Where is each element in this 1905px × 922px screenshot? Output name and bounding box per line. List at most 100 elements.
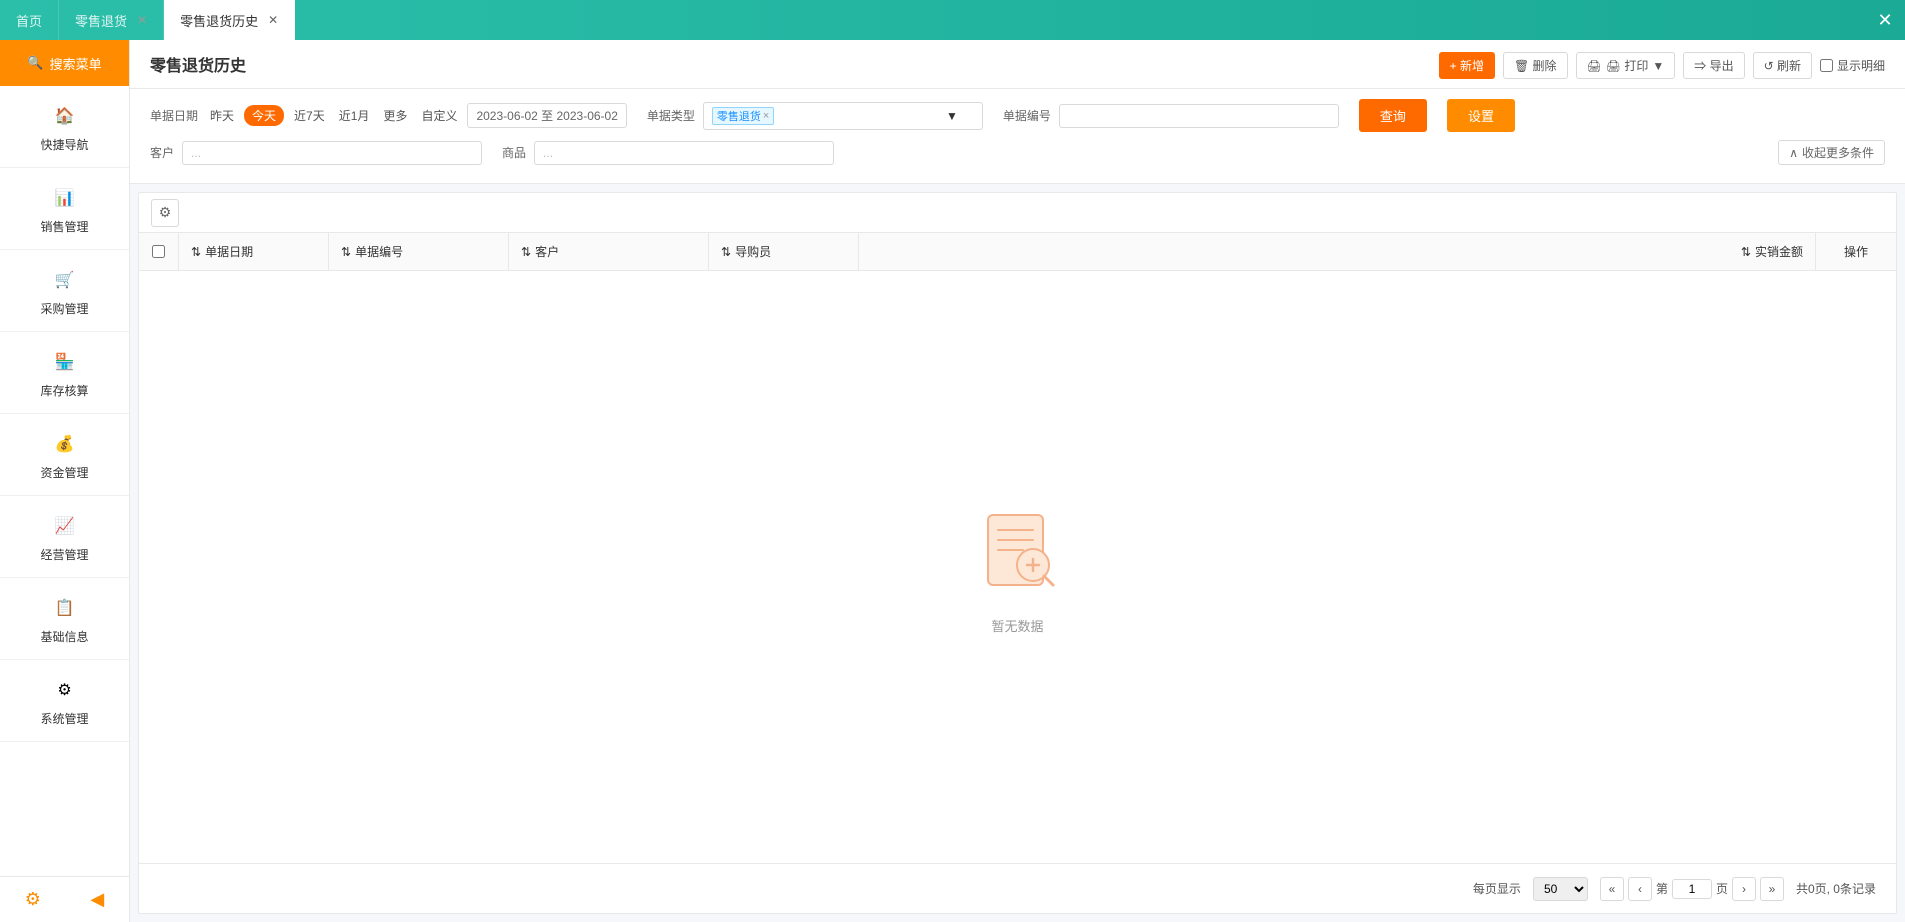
th-amount[interactable]: ⇅ 实销金额 bbox=[859, 233, 1816, 270]
date-filter: 昨天 今天 近7天 近1月 更多 自定义 2023-06-02 至 2023-0… bbox=[206, 103, 627, 128]
customer-filter-select[interactable]: ... bbox=[182, 141, 482, 165]
basic-label: 基础信息 bbox=[40, 628, 88, 645]
finance-label: 资金管理 bbox=[40, 464, 88, 481]
date-btn-custom[interactable]: 自定义 bbox=[417, 105, 461, 126]
goods-filter-label: 商品 bbox=[502, 144, 526, 161]
print-label: 🖨 打印 bbox=[1606, 57, 1649, 74]
settings-button[interactable]: 设置 bbox=[1447, 99, 1515, 132]
th-no-label: 单据编号 bbox=[355, 243, 403, 260]
tab-list: 首页 零售退货 ✕ 零售退货历史 ✕ bbox=[0, 0, 1865, 40]
date-range-input[interactable]: 2023-06-02 至 2023-06-02 bbox=[467, 103, 626, 128]
tab-retail-return-history-close[interactable]: ✕ bbox=[268, 13, 278, 27]
sidebar-item-operation[interactable]: 📈 经营管理 bbox=[0, 496, 129, 578]
th-checkbox bbox=[139, 233, 179, 270]
type-filter-tag: 零售退货 × bbox=[712, 107, 774, 125]
system-label: 系统管理 bbox=[40, 710, 88, 727]
purchase-icon: 🛒 bbox=[49, 264, 81, 296]
add-button[interactable]: + 新增 bbox=[1439, 52, 1495, 79]
th-customer[interactable]: ⇅ 客户 bbox=[509, 233, 709, 270]
th-guide-label: 导购员 bbox=[735, 243, 771, 260]
per-page-select[interactable]: 50 10 20 100 bbox=[1533, 877, 1588, 901]
date-filter-item: 单据日期 昨天 今天 近7天 近1月 更多 自定义 2023-06-02 至 2… bbox=[150, 103, 627, 128]
date-btn-7days[interactable]: 近7天 bbox=[290, 105, 329, 126]
empty-text: 暂无数据 bbox=[991, 616, 1043, 635]
sales-icon: 📊 bbox=[49, 182, 81, 214]
sidebar-item-finance[interactable]: 💰 资金管理 bbox=[0, 414, 129, 496]
print-chevron-icon: ▼ bbox=[1652, 59, 1664, 73]
top-bar: 首页 零售退货 ✕ 零售退货历史 ✕ ✕ bbox=[0, 0, 1905, 40]
page-next-button[interactable]: › bbox=[1732, 877, 1756, 901]
main-layout: 🔍 搜索菜单 🏠 快捷导航 📊 销售管理 🛒 采购管理 🏪 库存核算 💰 bbox=[0, 40, 1905, 922]
th-date[interactable]: ⇅ 单据日期 bbox=[179, 233, 329, 270]
date-btn-today[interactable]: 今天 bbox=[244, 105, 284, 126]
window-close-button[interactable]: ✕ bbox=[1865, 0, 1905, 40]
inventory-icon: 🏪 bbox=[49, 346, 81, 378]
type-filter-select[interactable]: 零售退货 × ▼ bbox=[703, 102, 983, 130]
customer-filter-item: 客户 ... bbox=[150, 141, 482, 165]
search-icon: 🔍 bbox=[27, 55, 43, 71]
print-button[interactable]: 🖨 🖨 打印 ▼ bbox=[1576, 52, 1676, 79]
delete-button[interactable]: 🗑 删除 bbox=[1503, 52, 1568, 79]
sidebar-item-purchase[interactable]: 🛒 采购管理 bbox=[0, 250, 129, 332]
sidebar-item-basic[interactable]: 📋 基础信息 bbox=[0, 578, 129, 660]
tab-home[interactable]: 首页 bbox=[0, 0, 59, 40]
page-last-button[interactable]: » bbox=[1760, 877, 1784, 901]
type-filter-tag-label: 零售退货 bbox=[717, 108, 761, 124]
page-nav: « ‹ 第 页 › » bbox=[1600, 877, 1784, 901]
operation-icon: 📈 bbox=[49, 510, 81, 542]
query-button[interactable]: 查询 bbox=[1359, 99, 1427, 132]
filter-row-1: 单据日期 昨天 今天 近7天 近1月 更多 自定义 2023-06-02 至 2… bbox=[150, 99, 1885, 132]
date-btn-more[interactable]: 更多 bbox=[379, 105, 411, 126]
filter-row-2: 客户 ... 商品 ... ∧ bbox=[150, 140, 1885, 165]
sales-label: 销售管理 bbox=[40, 218, 88, 235]
refresh-button[interactable]: ↺ 刷新 bbox=[1753, 52, 1812, 79]
display-toggle: 显示明细 bbox=[1820, 57, 1885, 74]
settings-bottom-icon[interactable]: ⚙ bbox=[25, 889, 41, 910]
type-filter-chevron-icon: ▼ bbox=[946, 109, 958, 123]
page-suffix: 页 bbox=[1716, 880, 1728, 897]
tab-retail-return[interactable]: 零售退货 ✕ bbox=[59, 0, 164, 40]
date-btn-yesterday[interactable]: 昨天 bbox=[206, 105, 238, 126]
filter-area: 单据日期 昨天 今天 近7天 近1月 更多 自定义 2023-06-02 至 2… bbox=[130, 89, 1905, 184]
goods-filter-item: 商品 ... bbox=[502, 141, 834, 165]
tab-retail-return-close[interactable]: ✕ bbox=[137, 13, 147, 27]
type-filter-tag-close[interactable]: × bbox=[763, 110, 769, 122]
sidebar-item-inventory[interactable]: 🏪 库存核算 bbox=[0, 332, 129, 414]
sidebar-item-quick-nav[interactable]: 🏠 快捷导航 bbox=[0, 86, 129, 168]
th-guide[interactable]: ⇅ 导购员 bbox=[709, 233, 859, 270]
sort-icon-guide: ⇅ bbox=[721, 245, 731, 259]
sidebar: 🔍 搜索菜单 🏠 快捷导航 📊 销售管理 🛒 采购管理 🏪 库存核算 💰 bbox=[0, 40, 130, 922]
sort-icon-no: ⇅ bbox=[341, 245, 351, 259]
tab-retail-return-history[interactable]: 零售退货历史 ✕ bbox=[164, 0, 295, 40]
select-all-checkbox[interactable] bbox=[152, 245, 165, 258]
page-prev-button[interactable]: ‹ bbox=[1628, 877, 1652, 901]
page-input[interactable] bbox=[1672, 879, 1712, 899]
print-icon: 🖨 bbox=[1587, 59, 1602, 73]
sidebar-item-sales[interactable]: 📊 销售管理 bbox=[0, 168, 129, 250]
purchase-label: 采购管理 bbox=[40, 300, 88, 317]
table-settings-icon[interactable]: ⚙ bbox=[151, 199, 179, 227]
sidebar-search-label: 搜索菜单 bbox=[50, 54, 102, 73]
sidebar-item-system[interactable]: ⚙ 系统管理 bbox=[0, 660, 129, 742]
header-actions: + 新增 🗑 删除 🖨 🖨 打印 ▼ ⇒ 导出 ↺ 刷新 显示明细 bbox=[1439, 52, 1885, 87]
page-first-button[interactable]: « bbox=[1600, 877, 1624, 901]
th-amount-label: 实销金额 bbox=[1755, 243, 1803, 260]
inventory-label: 库存核算 bbox=[40, 382, 88, 399]
type-filter-item: 单据类型 零售退货 × ▼ bbox=[647, 102, 983, 130]
tab-retail-return-label: 零售退货 bbox=[75, 11, 127, 30]
th-no[interactable]: ⇅ 单据编号 bbox=[329, 233, 509, 270]
content-area: 零售退货历史 + 新增 🗑 删除 🖨 🖨 打印 ▼ ⇒ 导出 ↺ 刷新 显示明细 bbox=[130, 40, 1905, 922]
collapse-button[interactable]: ∧ 收起更多条件 bbox=[1778, 140, 1885, 165]
page-title: 零售退货历史 bbox=[150, 52, 246, 88]
display-toggle-label: 显示明细 bbox=[1837, 57, 1885, 74]
voucher-filter-input[interactable] bbox=[1059, 104, 1339, 128]
collapse-label: 收起更多条件 bbox=[1802, 144, 1874, 161]
th-action: 操作 bbox=[1816, 233, 1896, 270]
sidebar-search[interactable]: 🔍 搜索菜单 bbox=[0, 40, 129, 86]
display-toggle-checkbox[interactable] bbox=[1820, 59, 1833, 72]
goods-filter-select[interactable]: ... bbox=[534, 141, 834, 165]
collapse-sidebar-icon[interactable]: ◀ bbox=[90, 889, 104, 910]
date-btn-1month[interactable]: 近1月 bbox=[335, 105, 374, 126]
table-header: ⇅ 单据日期 ⇅ 单据编号 ⇅ 客户 ⇅ 导购员 ⇅ bbox=[139, 233, 1896, 271]
export-button[interactable]: ⇒ 导出 bbox=[1683, 52, 1744, 79]
